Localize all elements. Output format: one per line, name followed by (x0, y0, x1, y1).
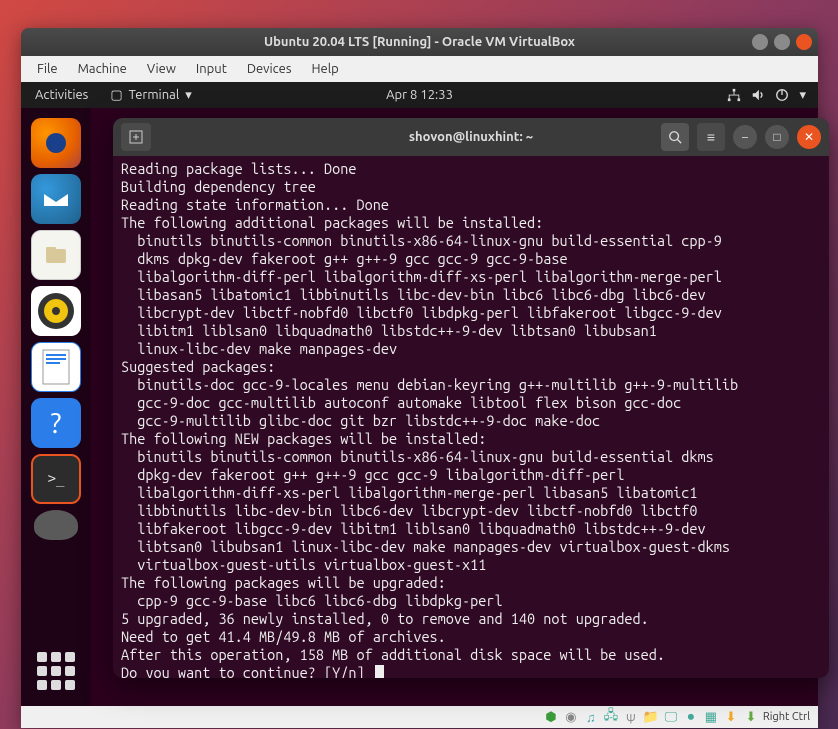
vb-title: Ubuntu 20.04 LTS [Running] - Oracle VM V… (264, 35, 575, 49)
terminal-line: libalgorithm-diff-perl libalgorithm-diff… (121, 268, 821, 286)
sb-shared-folder-icon[interactable]: 📁 (643, 709, 659, 725)
terminal-icon: ▢ (110, 88, 122, 103)
sb-mouse-icon[interactable]: ⬇ (723, 709, 739, 725)
dock-writer[interactable] (31, 342, 81, 392)
terminal-line: The following packages will be upgraded: (121, 574, 821, 592)
system-status-area[interactable]: ▾ (727, 88, 806, 103)
terminal-line: libfakeroot libgcc-9-dev libitm1 liblsan… (121, 520, 821, 538)
terminal-line: dkms dpkg-dev fakeroot g++ g++-9 gcc gcc… (121, 250, 821, 268)
vb-menu-input[interactable]: Input (188, 60, 235, 78)
vb-statusbar: ⬢ ◉ ♫ 🖧 ψ 📁 🖵 ⏺ ▦ ⬇ ⬇ Right Ctrl (21, 706, 818, 728)
vb-maximize-button[interactable] (774, 34, 790, 50)
terminal-maximize-button[interactable]: □ (765, 125, 789, 149)
sb-recording-icon[interactable]: ⏺ (683, 709, 699, 725)
gnome-top-bar: Activities ▢ Terminal ▾ Apr 8 12:33 ▾ (21, 82, 818, 108)
dock-terminal[interactable]: >_ (31, 454, 81, 504)
terminal-line: The following additional packages will b… (121, 214, 821, 232)
sb-keyboard-icon[interactable]: ⬇ (743, 709, 759, 725)
terminal-line: libitm1 liblsan0 libquadmath0 libstdc++-… (121, 322, 821, 340)
vb-window-controls (752, 34, 812, 50)
activities-button[interactable]: Activities (21, 88, 102, 102)
dock-files[interactable] (31, 230, 81, 280)
vb-menu-file[interactable]: File (29, 60, 66, 78)
virtualbox-window: Ubuntu 20.04 LTS [Running] - Oracle VM V… (21, 28, 818, 728)
chevron-down-icon: ▾ (799, 88, 806, 103)
terminal-line: libtsan0 libubsan1 linux-libc-dev make m… (121, 538, 821, 556)
terminal-line: binutils-doc gcc-9-locales menu debian-k… (121, 376, 821, 394)
power-icon (775, 88, 789, 102)
vb-menu-view[interactable]: View (139, 60, 184, 78)
terminal-line: binutils binutils-common binutils-x86-64… (121, 232, 821, 250)
vb-menu-devices[interactable]: Devices (239, 60, 300, 78)
terminal-line: libalgorithm-diff-xs-perl libalgorithm-m… (121, 484, 821, 502)
new-tab-button[interactable] (121, 123, 151, 151)
vb-close-button[interactable] (796, 34, 812, 50)
dock-help[interactable]: ? (31, 398, 81, 448)
terminal-line: Do you want to continue? [Y/n] (121, 664, 821, 678)
sb-harddisk-icon[interactable]: ⬢ (543, 709, 559, 725)
vb-minimize-button[interactable] (752, 34, 768, 50)
terminal-title: shovon@linuxhint: ~ (409, 130, 533, 144)
sb-network-icon[interactable]: 🖧 (603, 709, 619, 725)
terminal-line: Need to get 41.4 MB/49.8 MB of archives. (121, 628, 821, 646)
terminal-line: After this operation, 158 MB of addition… (121, 646, 821, 664)
chevron-down-icon: ▾ (185, 88, 192, 103)
app-menu[interactable]: ▢ Terminal ▾ (102, 88, 199, 103)
terminal-window: shovon@linuxhint: ~ ≡ – □ ✕ Reading pack… (113, 118, 829, 678)
dock-settings[interactable] (34, 510, 78, 540)
app-menu-label: Terminal (129, 88, 180, 102)
terminal-line: Building dependency tree (121, 178, 821, 196)
terminal-line: Reading state information... Done (121, 196, 821, 214)
sb-audio-icon[interactable]: ♫ (583, 709, 599, 725)
cursor (375, 665, 384, 678)
terminal-line: linux-libc-dev make manpages-dev (121, 340, 821, 358)
search-button[interactable] (661, 123, 689, 151)
ubuntu-dock: ? >_ (21, 108, 91, 706)
vb-menu-machine[interactable]: Machine (70, 60, 135, 78)
dock-thunderbird[interactable] (31, 174, 81, 224)
sb-optical-icon[interactable]: ◉ (563, 709, 579, 725)
terminal-titlebar[interactable]: shovon@linuxhint: ~ ≡ – □ ✕ (113, 118, 829, 156)
terminal-line: binutils binutils-common binutils-x86-64… (121, 448, 821, 466)
terminal-line: The following NEW packages will be insta… (121, 430, 821, 448)
sb-cpu-icon[interactable]: ▦ (703, 709, 719, 725)
terminal-close-button[interactable]: ✕ (797, 125, 821, 149)
vb-titlebar[interactable]: Ubuntu 20.04 LTS [Running] - Oracle VM V… (21, 28, 818, 56)
volume-icon (751, 88, 765, 102)
terminal-line: gcc-9-doc gcc-multilib autoconf automake… (121, 394, 821, 412)
dock-rhythmbox[interactable] (31, 286, 81, 336)
network-icon (727, 88, 741, 102)
terminal-line: gcc-9-multilib glibc-doc git bzr libstdc… (121, 412, 821, 430)
sb-usb-icon[interactable]: ψ (623, 709, 639, 725)
terminal-line: 5 upgraded, 36 newly installed, 0 to rem… (121, 610, 821, 628)
terminal-body[interactable]: Reading package lists... DoneBuilding de… (113, 156, 829, 678)
vb-menubar: File Machine View Input Devices Help (21, 56, 818, 82)
terminal-minimize-button[interactable]: – (733, 125, 757, 149)
dock-firefox[interactable] (31, 118, 81, 168)
terminal-line: cpp-9 gcc-9-base libc6 libc6-dbg libdpkg… (121, 592, 821, 610)
terminal-line: libcrypt-dev libctf-nobfd0 libctf0 libdp… (121, 304, 821, 322)
host-key-label: Right Ctrl (763, 711, 810, 723)
terminal-line: Suggested packages: (121, 358, 821, 376)
terminal-line: libbinutils libc-dev-bin libc6-dev libcr… (121, 502, 821, 520)
terminal-line: Reading package lists... Done (121, 160, 821, 178)
guest-desktop: Activities ▢ Terminal ▾ Apr 8 12:33 ▾ (21, 82, 818, 706)
clock[interactable]: Apr 8 12:33 (386, 88, 453, 102)
terminal-line: dpkg-dev fakeroot g++ g++-9 gcc gcc-9 li… (121, 466, 821, 484)
vb-menu-help[interactable]: Help (304, 60, 347, 78)
dock-show-apps[interactable] (37, 652, 75, 690)
terminal-line: virtualbox-guest-utils virtualbox-guest-… (121, 556, 821, 574)
terminal-line: libasan5 libatomic1 libbinutils libc-dev… (121, 286, 821, 304)
hamburger-menu-button[interactable]: ≡ (697, 123, 725, 151)
sb-display-icon[interactable]: 🖵 (663, 709, 679, 725)
